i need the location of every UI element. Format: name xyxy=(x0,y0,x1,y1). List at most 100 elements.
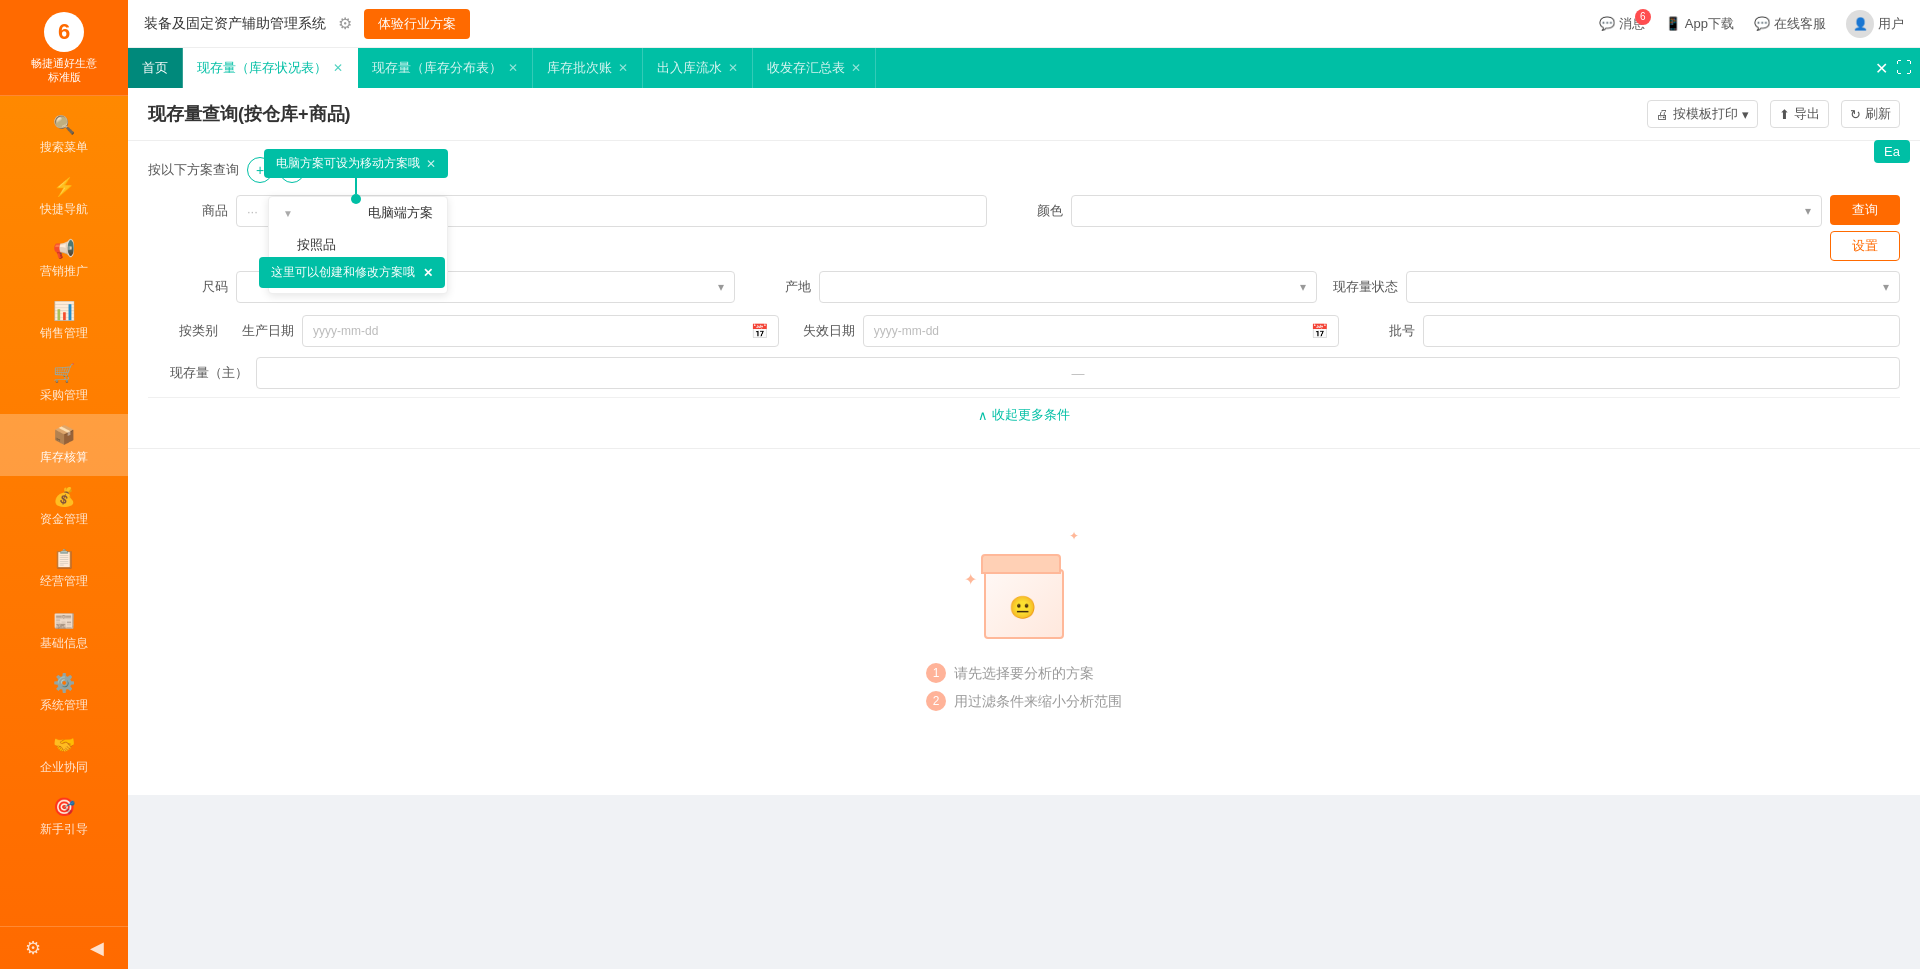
invstatus-label: 现存量状态 xyxy=(1333,278,1398,296)
tab-collection-label: 收发存汇总表 xyxy=(767,59,845,77)
print-icon: 🖨 xyxy=(1656,107,1669,122)
empty-state: 😐 ✦ ✦ 1 请先选择要分析的方案 2 用过滤条件来缩小分析范围 xyxy=(128,449,1920,795)
desktop-scheme-arrow: ▼ xyxy=(283,208,293,219)
sidebar-item-system[interactable]: ⚙️ 系统管理 xyxy=(0,662,128,724)
sidebar-bottom: ⚙ ◀ xyxy=(0,926,128,969)
sidebar-item-search[interactable]: 🔍 搜索菜单 xyxy=(0,104,128,166)
sidebar-item-marketing[interactable]: 📢 营销推广 xyxy=(0,228,128,290)
tab-inventory-status[interactable]: 现存量（库存状况表） ✕ xyxy=(183,48,358,88)
tab-batch-close[interactable]: ✕ xyxy=(618,61,628,75)
tab-inventory-dist[interactable]: 现存量（库存分布表） ✕ xyxy=(358,48,533,88)
sidebar-item-quicknav[interactable]: ⚡ 快捷导航 xyxy=(0,166,128,228)
export-btn[interactable]: ⬆ 导出 xyxy=(1770,100,1829,128)
expdate-input[interactable]: yyyy-mm-dd 📅 xyxy=(863,315,1340,347)
msg-icon: 💬 xyxy=(1599,16,1615,31)
tab-batch-label: 库存批次账 xyxy=(547,59,612,77)
page-actions: 🖨 按模板打印 ▾ ⬆ 导出 ↻ 刷新 xyxy=(1647,100,1900,128)
refresh-btn[interactable]: ↻ 刷新 xyxy=(1841,100,1900,128)
collapse-btn[interactable]: ∧ 收起更多条件 xyxy=(148,397,1900,432)
empty-star-left: ✦ xyxy=(964,570,977,589)
avatar: 👤 xyxy=(1846,10,1874,38)
sidebar-item-purchase[interactable]: 🛒 采购管理 xyxy=(0,352,128,414)
sidebar-item-enterprise[interactable]: 🤝 企业协同 xyxy=(0,724,128,786)
hint-text-2: 用过滤条件来缩小分析范围 xyxy=(954,687,1122,715)
settings-icon[interactable]: ⚙ xyxy=(338,14,352,33)
sidebar-item-sales[interactable]: 📊 销售管理 xyxy=(0,290,128,352)
system-name: 装备及固定资产辅助管理系统 xyxy=(144,15,326,33)
tab-inout-close[interactable]: ✕ xyxy=(728,61,738,75)
empty-face-icon: 😐 xyxy=(1009,595,1036,621)
print-btn[interactable]: 🖨 按模板打印 ▾ xyxy=(1647,100,1758,128)
batch-label: 批号 xyxy=(1355,322,1415,340)
tab-bar: 首页 现存量（库存状况表） ✕ 现存量（库存分布表） ✕ 库存批次账 ✕ 出入库… xyxy=(128,48,1920,88)
page-title: 现存量查询(按仓库+商品) xyxy=(148,102,351,126)
experience-btn[interactable]: 体验行业方案 xyxy=(364,9,470,39)
tab-inout[interactable]: 出入库流水 ✕ xyxy=(643,48,753,88)
sidebar-item-operations[interactable]: 📋 经营管理 xyxy=(0,538,128,600)
settings-bottom-btn[interactable]: ⚙ xyxy=(25,937,41,959)
tab-bar-right: ✕ ⛶ xyxy=(1867,59,1920,78)
quicknav-icon: ⚡ xyxy=(53,176,75,198)
category-field: 按类别 xyxy=(168,322,218,340)
support-action[interactable]: 💬 在线客服 xyxy=(1754,15,1826,33)
export-icon: ⬆ xyxy=(1779,107,1790,122)
user-label: 用户 xyxy=(1878,15,1904,33)
scheme-list-panel: ▼ 电脑端方案 按照品 这里可以创建和修改方案哦 ✕ ▶ xyxy=(268,196,448,294)
tooltip-connector-dot xyxy=(351,194,361,204)
msg-action[interactable]: 💬 消息 6 xyxy=(1599,15,1645,33)
origin-input[interactable]: ▾ xyxy=(819,271,1318,303)
page-header: 现存量查询(按仓库+商品) 🖨 按模板打印 ▾ ⬆ 导出 ↻ 刷新 xyxy=(128,88,1920,141)
scheme-tooltip-close[interactable]: ✕ xyxy=(426,157,436,171)
expdate-field: 失效日期 yyyy-mm-dd 📅 xyxy=(795,315,1340,347)
calendar-icon: 📅 xyxy=(751,323,768,339)
invstatus-field: 现存量状态 ▾ xyxy=(1333,271,1900,303)
system-icon: ⚙️ xyxy=(53,672,75,694)
tab-batch[interactable]: 库存批次账 ✕ xyxy=(533,48,643,88)
desktop-scheme-child-label: 按照品 xyxy=(297,236,336,254)
sidebar-item-basicinfo[interactable]: 📰 基础信息 xyxy=(0,600,128,662)
edit-tooltip: 这里可以创建和修改方案哦 ✕ xyxy=(259,257,445,288)
size-label: 尺码 xyxy=(168,278,228,296)
proddate-input[interactable]: yyyy-mm-dd 📅 xyxy=(302,315,779,347)
collapse-sidebar-btn[interactable]: ◀ xyxy=(90,937,104,959)
hint-num-1: 1 xyxy=(926,663,946,683)
tab-inventory-dist-label: 现存量（库存分布表） xyxy=(372,59,502,77)
invqty-row: 现存量（主） — xyxy=(168,357,1900,389)
tab-inventory-status-close[interactable]: ✕ xyxy=(333,61,343,75)
marketing-icon: 📢 xyxy=(53,238,75,260)
sidebar-item-guide[interactable]: 🎯 新手引导 xyxy=(0,786,128,848)
empty-star-right: ✦ xyxy=(1069,529,1079,543)
app-download-action[interactable]: 📱 App下载 xyxy=(1665,15,1734,33)
color-input[interactable]: ▾ xyxy=(1071,195,1822,227)
guide-icon: 🎯 xyxy=(53,796,75,818)
reset-btn[interactable]: 设置 xyxy=(1830,231,1900,261)
origin-label: 产地 xyxy=(751,278,811,296)
tab-collection-close[interactable]: ✕ xyxy=(851,61,861,75)
search-icon: 🔍 xyxy=(53,114,75,136)
search-btn[interactable]: 查询 xyxy=(1830,195,1900,225)
fullscreen-btn[interactable]: ⛶ xyxy=(1896,59,1912,77)
tab-home[interactable]: 首页 xyxy=(128,48,183,88)
invqty-input[interactable]: — xyxy=(256,357,1900,389)
batch-input[interactable] xyxy=(1423,315,1900,347)
expdate-label: 失效日期 xyxy=(795,322,855,340)
tab-home-label: 首页 xyxy=(142,59,168,77)
sidebar-item-finance[interactable]: 💰 资金管理 xyxy=(0,476,128,538)
close-all-tabs-btn[interactable]: ✕ xyxy=(1875,59,1888,78)
sidebar: 6 畅捷通好生意标准版 🔍 搜索菜单 ⚡ 快捷导航 📢 营销推广 📊 销售管理 … xyxy=(0,0,128,969)
collapse-label: 收起更多条件 xyxy=(992,406,1070,424)
invstatus-input[interactable]: ▾ xyxy=(1406,271,1900,303)
main-content: 装备及固定资产辅助管理系统 ⚙ 体验行业方案 💬 消息 6 📱 App下载 💬 … xyxy=(128,0,1920,969)
print-arrow-icon: ▾ xyxy=(1742,107,1749,122)
sidebar-item-inventory[interactable]: 📦 库存核算 xyxy=(0,414,128,476)
tab-inout-label: 出入库流水 xyxy=(657,59,722,77)
tab-collection[interactable]: 收发存汇总表 ✕ xyxy=(753,48,876,88)
edit-tooltip-close[interactable]: ✕ xyxy=(423,266,433,280)
user-action[interactable]: 👤 用户 xyxy=(1846,10,1904,38)
inventory-icon: 📦 xyxy=(53,424,75,446)
batch-field: 批号 xyxy=(1355,315,1900,347)
tab-inventory-status-label: 现存量（库存状况表） xyxy=(197,59,327,77)
export-label: 导出 xyxy=(1794,105,1820,123)
proddate-label: 生产日期 xyxy=(234,322,294,340)
tab-inventory-dist-close[interactable]: ✕ xyxy=(508,61,518,75)
